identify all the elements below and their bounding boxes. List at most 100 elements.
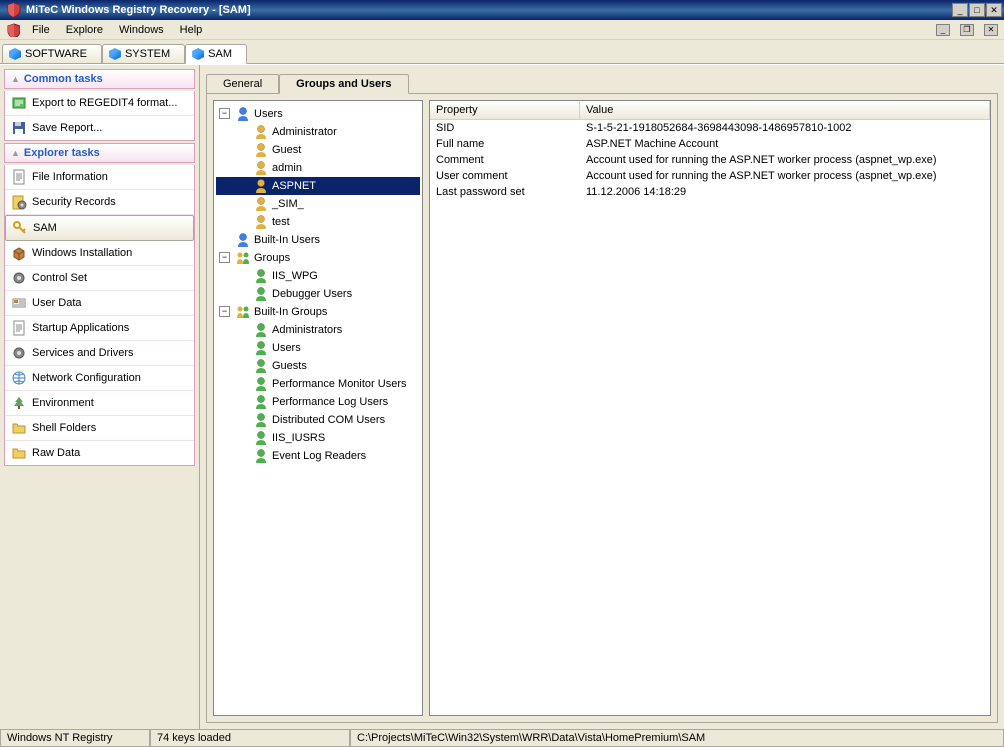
tab-system[interactable]: SYSTEM bbox=[102, 44, 185, 63]
common-tasks-header[interactable]: ▲Common tasks bbox=[4, 69, 195, 89]
task-security[interactable]: Security Records bbox=[5, 190, 194, 215]
folder-icon bbox=[11, 445, 27, 461]
tree-builtin-users[interactable]: Built-In Users bbox=[216, 231, 420, 249]
menu-shield-icon bbox=[6, 23, 20, 37]
export-icon bbox=[11, 95, 27, 111]
tree-builtin-groups[interactable]: −Built-In Groups bbox=[216, 303, 420, 321]
network-icon bbox=[11, 370, 27, 386]
tree-users[interactable]: −Users bbox=[216, 105, 420, 123]
tree-panel[interactable]: −Users Administrator Guest admin ASPNET … bbox=[213, 100, 423, 716]
tree-administrators-label: Administrators bbox=[272, 324, 342, 336]
task-shell-label: Shell Folders bbox=[32, 422, 96, 434]
menu-file[interactable]: File bbox=[24, 22, 58, 38]
chevron-icon: ▲ bbox=[11, 148, 20, 158]
task-environment[interactable]: Environment bbox=[5, 391, 194, 416]
tree-dcom[interactable]: Distributed COM Users bbox=[216, 411, 420, 429]
tree-administrators[interactable]: Administrators bbox=[216, 321, 420, 339]
header-property[interactable]: Property bbox=[430, 101, 580, 119]
user-gold-icon bbox=[253, 160, 269, 176]
tree-perflog-label: Performance Log Users bbox=[272, 396, 388, 408]
tree-admin2[interactable]: admin bbox=[216, 159, 420, 177]
tree-aspnet[interactable]: ASPNET bbox=[216, 177, 420, 195]
user-blue-icon bbox=[235, 106, 251, 122]
task-win-install[interactable]: Windows Installation bbox=[5, 241, 194, 266]
task-export[interactable]: Export to REGEDIT4 format... bbox=[5, 91, 194, 116]
user-green-icon bbox=[253, 268, 269, 284]
tree-admin2-label: admin bbox=[272, 162, 302, 174]
tree-eventlog[interactable]: Event Log Readers bbox=[216, 447, 420, 465]
prop-row[interactable]: CommentAccount used for running the ASP.… bbox=[430, 152, 990, 168]
tree-sim[interactable]: _SIM_ bbox=[216, 195, 420, 213]
main-area: ▲Common tasks Export to REGEDIT4 format.… bbox=[0, 64, 1004, 729]
tree-dcom-label: Distributed COM Users bbox=[272, 414, 385, 426]
tree-perflog[interactable]: Performance Log Users bbox=[216, 393, 420, 411]
tab-software[interactable]: SOFTWARE bbox=[2, 44, 102, 63]
user-gold-icon bbox=[253, 214, 269, 230]
prop-val: ASP.NET Machine Account bbox=[580, 138, 990, 150]
content-area: General Groups and Users −Users Administ… bbox=[200, 65, 1004, 729]
gear-icon bbox=[11, 270, 27, 286]
header-value[interactable]: Value bbox=[580, 101, 990, 119]
expander-minus-icon[interactable]: − bbox=[219, 306, 230, 317]
mdi-close-button[interactable]: ✕ bbox=[984, 24, 998, 36]
maximize-button[interactable]: □ bbox=[969, 3, 985, 17]
task-sam-label: SAM bbox=[33, 222, 57, 234]
task-save-report[interactable]: Save Report... bbox=[5, 116, 194, 140]
mdi-minimize-button[interactable]: _ bbox=[936, 24, 950, 36]
record-icon bbox=[11, 194, 27, 210]
tab-sam-label: SAM bbox=[208, 48, 232, 60]
explorer-tasks-header[interactable]: ▲Explorer tasks bbox=[4, 143, 195, 163]
prop-key: User comment bbox=[430, 170, 580, 182]
user-green-icon bbox=[253, 448, 269, 464]
task-file-info[interactable]: File Information bbox=[5, 165, 194, 190]
tree-guest[interactable]: Guest bbox=[216, 141, 420, 159]
prop-row[interactable]: SIDS-1-5-21-1918052684-3698443098-148695… bbox=[430, 120, 990, 136]
ctab-general[interactable]: General bbox=[206, 74, 279, 93]
task-startup[interactable]: Startup Applications bbox=[5, 316, 194, 341]
task-control-set[interactable]: Control Set bbox=[5, 266, 194, 291]
tree-users2-label: Users bbox=[272, 342, 301, 354]
task-network[interactable]: Network Configuration bbox=[5, 366, 194, 391]
prop-row[interactable]: User commentAccount used for running the… bbox=[430, 168, 990, 184]
task-security-label: Security Records bbox=[32, 196, 116, 208]
menu-windows[interactable]: Windows bbox=[111, 22, 172, 38]
tree-iis-wpg-label: IIS_WPG bbox=[272, 270, 318, 282]
user-gold-icon bbox=[253, 178, 269, 194]
menu-help[interactable]: Help bbox=[172, 22, 211, 38]
tree-groups[interactable]: −Groups bbox=[216, 249, 420, 267]
status-path: C:\Projects\MiTeC\Win32\System\WRR\Data\… bbox=[350, 730, 1004, 747]
task-shell-folders[interactable]: Shell Folders bbox=[5, 416, 194, 441]
mdi-restore-button[interactable]: ❐ bbox=[960, 24, 974, 36]
task-raw-data[interactable]: Raw Data bbox=[5, 441, 194, 465]
window-controls: _ □ ✕ bbox=[952, 3, 1002, 17]
task-sam[interactable]: SAM bbox=[5, 215, 194, 241]
close-button[interactable]: ✕ bbox=[986, 3, 1002, 17]
tree-debugger[interactable]: Debugger Users bbox=[216, 285, 420, 303]
mdi-controls: _ ❐ ✕ bbox=[936, 24, 1002, 36]
task-services[interactable]: Services and Drivers bbox=[5, 341, 194, 366]
tree-test[interactable]: test bbox=[216, 213, 420, 231]
prop-row[interactable]: Last password set11.12.2006 14:18:29 bbox=[430, 184, 990, 200]
tab-sam[interactable]: SAM bbox=[185, 44, 247, 64]
task-user-data[interactable]: User Data bbox=[5, 291, 194, 316]
minimize-button[interactable]: _ bbox=[952, 3, 968, 17]
menubar: File Explore Windows Help _ ❐ ✕ bbox=[0, 20, 1004, 40]
expander-minus-icon[interactable]: − bbox=[219, 252, 230, 263]
tree-perfmon[interactable]: Performance Monitor Users bbox=[216, 375, 420, 393]
user-gold-icon bbox=[253, 124, 269, 140]
prop-row[interactable]: Full nameASP.NET Machine Account bbox=[430, 136, 990, 152]
user-gold-icon bbox=[253, 142, 269, 158]
tree-iis-wpg[interactable]: IIS_WPG bbox=[216, 267, 420, 285]
tree-builtin-users-label: Built-In Users bbox=[254, 234, 320, 246]
tree-admin[interactable]: Administrator bbox=[216, 123, 420, 141]
tree-iis-iusrs[interactable]: IIS_IUSRS bbox=[216, 429, 420, 447]
group-icon bbox=[235, 304, 251, 320]
tree-sim-label: _SIM_ bbox=[272, 198, 304, 210]
ctab-groups-users[interactable]: Groups and Users bbox=[279, 74, 408, 94]
menu-explore[interactable]: Explore bbox=[58, 22, 111, 38]
expander-minus-icon[interactable]: − bbox=[219, 108, 230, 119]
tree-users2[interactable]: Users bbox=[216, 339, 420, 357]
task-save-label: Save Report... bbox=[32, 122, 102, 134]
box-icon bbox=[11, 245, 27, 261]
tree-guests[interactable]: Guests bbox=[216, 357, 420, 375]
